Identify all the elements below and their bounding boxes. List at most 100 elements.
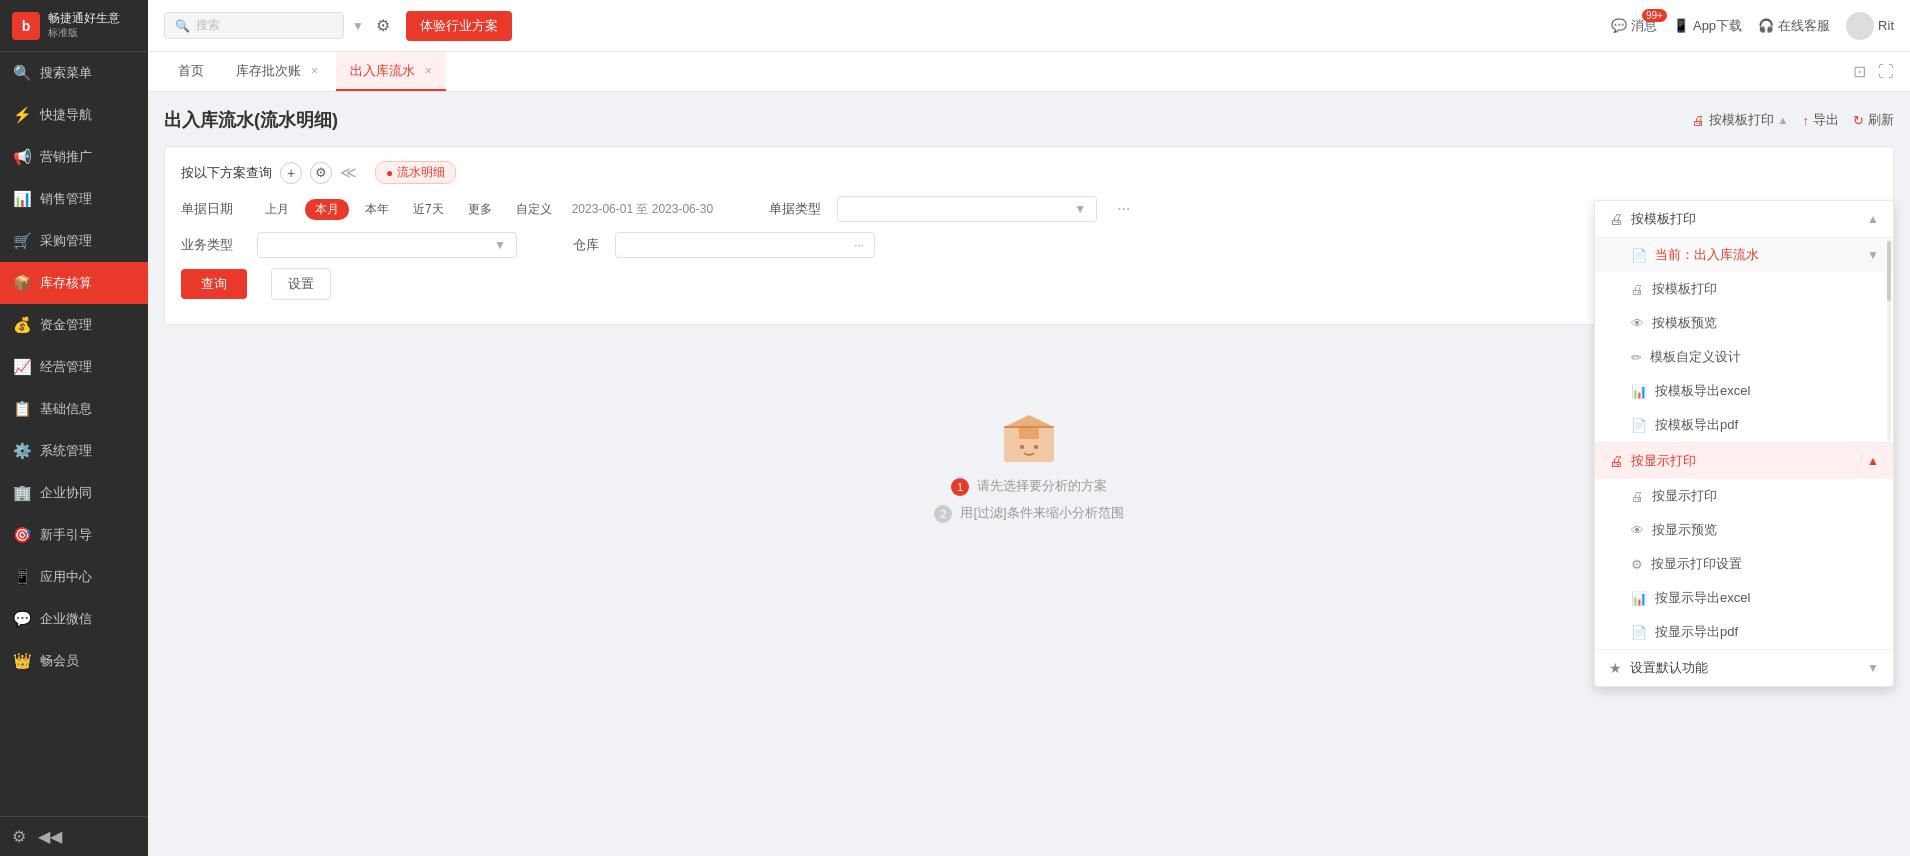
sidebar-item-label: 基础信息 [40, 400, 92, 418]
app-download-label: App下载 [1693, 17, 1742, 35]
message-btn[interactable]: 💬 消息 99+ [1611, 17, 1657, 35]
step-num-2: 2 [934, 505, 952, 523]
search-dropdown-icon[interactable]: ▼ [352, 19, 364, 33]
doc-type-select[interactable]: ▼ [837, 196, 1097, 222]
print-label: 按模板打印 [1709, 111, 1774, 129]
sidebar-item-basic[interactable]: 📋 基础信息 [0, 388, 148, 430]
enterprise-icon: 🏢 [12, 483, 32, 503]
template-print-collapse-icon[interactable]: ▲ [1867, 212, 1879, 226]
finance-icon: 💰 [12, 315, 32, 335]
filter-add-btn[interactable]: + [280, 162, 302, 184]
set-default-label: 设置默认功能 [1630, 659, 1859, 677]
tab-close-icon[interactable]: × [311, 64, 318, 78]
sidebar-item-quick-nav[interactable]: ⚡ 快捷导航 [0, 94, 148, 136]
business-type-select[interactable]: ▼ [257, 232, 517, 258]
dropdown-display-print-action[interactable]: 🖨 按显示打印 [1595, 479, 1893, 513]
display-print-header-icon: 🖨 [1609, 453, 1623, 469]
sidebar-item-app-center[interactable]: 📱 应用中心 [0, 556, 148, 598]
dropdown-display-print-settings[interactable]: ⚙ 按显示打印设置 [1595, 547, 1893, 581]
date-btn-last-month[interactable]: 上月 [257, 198, 297, 221]
main-content: 🔍 搜索 ▼ ⚙ 体验行业方案 💬 消息 99+ 📱 App下载 🎧 在线客服 [148, 0, 1910, 856]
warehouse-select[interactable]: ··· [615, 232, 875, 258]
date-btn-this-year[interactable]: 本年 [357, 198, 397, 221]
page-title: 出入库流水(流水明细) [164, 108, 338, 132]
dropdown-template-preview[interactable]: 👁 按模板预览 [1595, 306, 1893, 340]
system-icon: ⚙️ [12, 441, 32, 461]
dropdown-scrollbar-thumb [1887, 241, 1891, 301]
doc-type-arrow-icon: ▼ [1074, 202, 1086, 216]
dropdown-template-custom[interactable]: ✏ 模板自定义设计 [1595, 340, 1893, 374]
dropdown-set-default[interactable]: ★ 设置默认功能 ▼ [1595, 650, 1893, 686]
dropdown-current-template[interactable]: 📄 当前：出入库流水 ▼ [1595, 238, 1893, 272]
refresh-btn[interactable]: ↻ 刷新 [1853, 111, 1894, 129]
dropdown-template-print-action[interactable]: 🖨 按模板打印 [1595, 272, 1893, 306]
query-btn[interactable]: 查询 [181, 269, 247, 299]
sidebar-item-operations[interactable]: 📈 经营管理 [0, 346, 148, 388]
tab-in-out-flow[interactable]: 出入库流水 × [336, 52, 446, 91]
sidebar-item-inventory[interactable]: 📦 库存核算 [0, 262, 148, 304]
sidebar-item-marketing[interactable]: 📢 营销推广 [0, 136, 148, 178]
dropdown-display-export-excel[interactable]: 📊 按显示导出excel [1595, 581, 1893, 615]
dropdown-display-print-header[interactable]: 🖨 按显示打印 ▲ [1595, 443, 1893, 479]
date-btn-custom[interactable]: 自定义 [508, 198, 560, 221]
doc-type-label: 单据类型 [769, 200, 821, 218]
sidebar-item-finance[interactable]: 💰 资金管理 [0, 304, 148, 346]
date-btn-more[interactable]: 更多 [460, 198, 500, 221]
template-print-action-icon: 🖨 [1631, 282, 1644, 297]
app-edition: 标准版 [48, 26, 120, 40]
sidebar-logo: b 畅捷通好生意 标准版 [0, 0, 148, 52]
sidebar-item-label: 系统管理 [40, 442, 92, 460]
sidebar-item-purchase[interactable]: 🛒 采购管理 [0, 220, 148, 262]
header-left: 🔍 搜索 ▼ ⚙ 体验行业方案 [164, 11, 1611, 41]
settings-btn[interactable]: 设置 [271, 268, 331, 300]
tab-active-close-icon[interactable]: × [425, 64, 432, 78]
dropdown-display-preview[interactable]: 👁 按显示预览 [1595, 513, 1893, 547]
print-dropdown-icon: ▲ [1778, 114, 1789, 126]
filter-settings-btn[interactable]: ⚙ [310, 162, 332, 184]
display-print-collapse-icon[interactable]: ▲ [1867, 454, 1879, 468]
template-custom-icon: ✏ [1631, 350, 1642, 365]
user-name: Rit [1878, 18, 1894, 33]
sidebar-item-membership[interactable]: 👑 畅会员 [0, 640, 148, 682]
app-download-btn[interactable]: 📱 App下载 [1673, 17, 1742, 35]
sidebar-item-enterprise[interactable]: 🏢 企业协同 [0, 472, 148, 514]
date-btn-7days[interactable]: 近7天 [405, 198, 452, 221]
sidebar-item-sales[interactable]: 📊 销售管理 [0, 178, 148, 220]
set-default-arrow: ▼ [1867, 661, 1879, 675]
purchase-icon: 🛒 [12, 231, 32, 251]
template-export-excel-label: 按模板导出excel [1655, 382, 1750, 400]
sidebar-item-label: 企业微信 [40, 610, 92, 628]
dropdown-template-export-excel[interactable]: 📊 按模板导出excel [1595, 374, 1893, 408]
user-avatar-area[interactable]: Rit [1846, 12, 1894, 40]
tab-label: 首页 [178, 62, 204, 80]
search-icon: 🔍 [12, 63, 32, 83]
dropdown-template-export-pdf[interactable]: 📄 按模板导出pdf [1595, 408, 1893, 443]
sidebar-settings-icon[interactable]: ⚙ [12, 827, 26, 846]
date-btn-this-month[interactable]: 本月 [305, 199, 349, 220]
tab-home[interactable]: 首页 [164, 54, 218, 90]
sidebar-item-search[interactable]: 🔍 搜索菜单 [0, 52, 148, 94]
display-export-excel-label: 按显示导出excel [1655, 589, 1750, 607]
doc-type-more-icon[interactable]: ··· [1117, 200, 1130, 218]
svg-point-4 [1020, 445, 1024, 449]
tab-batch-account[interactable]: 库存批次账 × [222, 54, 332, 90]
header-search[interactable]: 🔍 搜索 [164, 12, 344, 39]
app-download-icon: 📱 [1673, 18, 1689, 33]
print-btn[interactable]: 🖨 按模板打印 ▲ [1692, 111, 1789, 129]
sidebar-collapse-icon[interactable]: ◀◀ [38, 827, 62, 846]
sidebar-item-wechat[interactable]: 💬 企业微信 [0, 598, 148, 640]
filter-collapse-icon[interactable]: ≪ [340, 163, 357, 182]
marketing-icon: 📢 [12, 147, 32, 167]
tab-maximize-btn[interactable]: ⛶ [1878, 63, 1894, 81]
tab-restore-btn[interactable]: ⊡ [1853, 62, 1866, 81]
trial-btn[interactable]: 体验行业方案 [406, 11, 512, 41]
export-btn[interactable]: ↑ 导出 [1803, 111, 1840, 129]
sidebar-item-guide[interactable]: 🎯 新手引导 [0, 514, 148, 556]
dropdown-display-export-pdf[interactable]: 📄 按显示导出pdf [1595, 615, 1893, 650]
dropdown-template-print-header[interactable]: 🖨 按模板打印 ▲ [1595, 201, 1893, 238]
app-name: 畅捷通好生意 [48, 11, 120, 27]
sidebar-item-system[interactable]: ⚙️ 系统管理 [0, 430, 148, 472]
online-service-btn[interactable]: 🎧 在线客服 [1758, 17, 1830, 35]
refresh-icon: ↻ [1853, 113, 1864, 128]
header-gear-icon[interactable]: ⚙ [376, 16, 390, 35]
